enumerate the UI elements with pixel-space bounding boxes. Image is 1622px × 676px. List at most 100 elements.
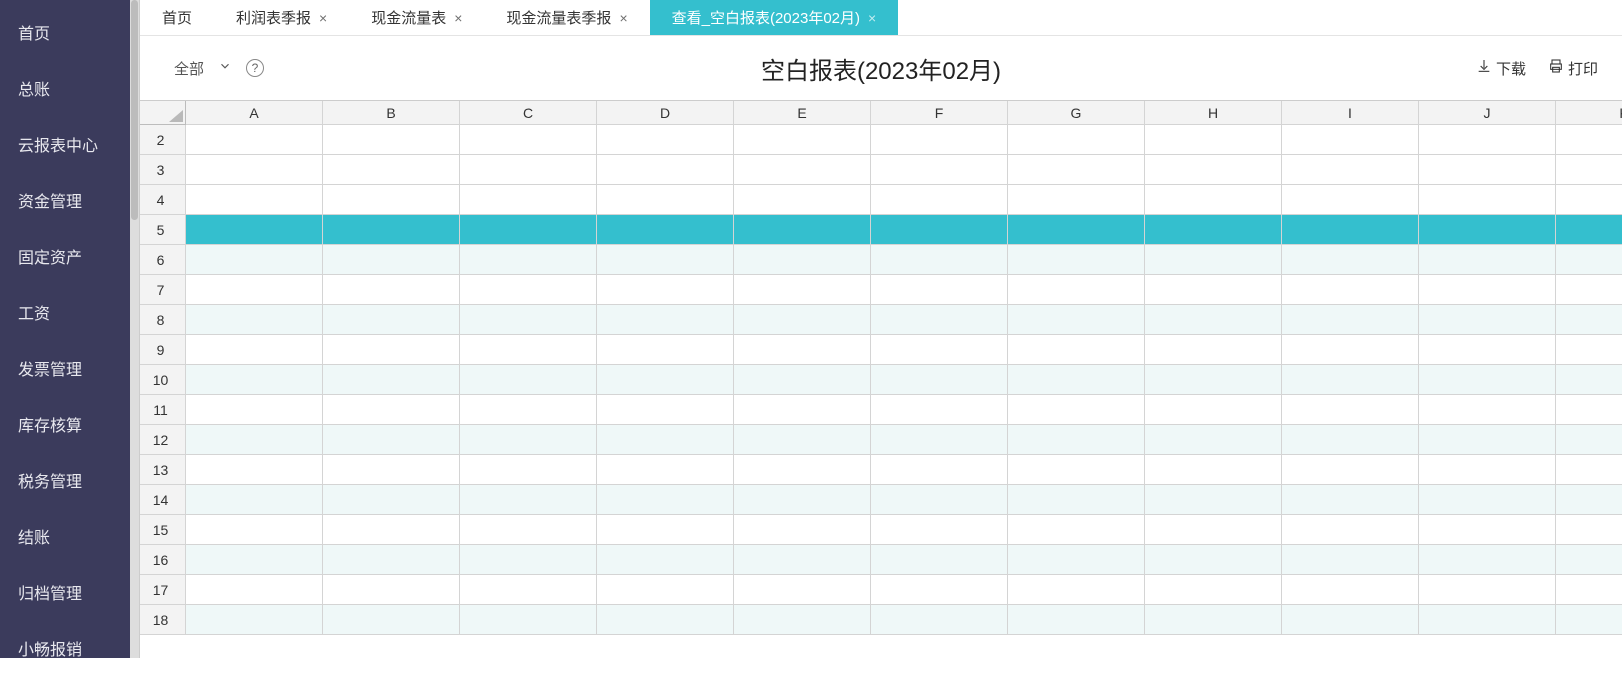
column-header-I[interactable]: I: [1282, 101, 1419, 125]
row-header-10[interactable]: 10: [140, 365, 186, 395]
cell-D10[interactable]: [597, 365, 734, 395]
cell-E17[interactable]: [734, 575, 871, 605]
cell-I2[interactable]: [1282, 125, 1419, 155]
cell-C10[interactable]: [460, 365, 597, 395]
cell-G13[interactable]: [1008, 455, 1145, 485]
cell-E15[interactable]: [734, 515, 871, 545]
cell-B11[interactable]: [323, 395, 460, 425]
sidebar-item-7[interactable]: 库存核算: [0, 396, 130, 452]
tab-3[interactable]: 现金流量表季报×: [484, 0, 649, 35]
cell-F18[interactable]: [871, 605, 1008, 635]
cell-G3[interactable]: [1008, 155, 1145, 185]
cell-I14[interactable]: [1282, 485, 1419, 515]
cell-I12[interactable]: [1282, 425, 1419, 455]
cell-J17[interactable]: [1419, 575, 1556, 605]
cell-I18[interactable]: [1282, 605, 1419, 635]
cell-H17[interactable]: [1145, 575, 1282, 605]
cell-H18[interactable]: [1145, 605, 1282, 635]
cell-C4[interactable]: [460, 185, 597, 215]
cell-F5[interactable]: [871, 215, 1008, 245]
cell-K8[interactable]: [1556, 305, 1622, 335]
tab-2[interactable]: 现金流量表×: [349, 0, 484, 35]
cell-K14[interactable]: [1556, 485, 1622, 515]
close-icon[interactable]: ×: [319, 10, 327, 26]
row-header-18[interactable]: 18: [140, 605, 186, 635]
row-header-17[interactable]: 17: [140, 575, 186, 605]
spreadsheet[interactable]: ABCDEFGHIJK23456789101112131415161718: [140, 100, 1622, 658]
cell-G10[interactable]: [1008, 365, 1145, 395]
cell-B5[interactable]: [323, 215, 460, 245]
cell-G12[interactable]: [1008, 425, 1145, 455]
cell-F6[interactable]: [871, 245, 1008, 275]
row-header-2[interactable]: 2: [140, 125, 186, 155]
cell-H12[interactable]: [1145, 425, 1282, 455]
cell-G4[interactable]: [1008, 185, 1145, 215]
cell-C6[interactable]: [460, 245, 597, 275]
cell-A9[interactable]: [186, 335, 323, 365]
cell-G5[interactable]: [1008, 215, 1145, 245]
row-header-5[interactable]: 5: [140, 215, 186, 245]
sidebar-item-1[interactable]: 总账: [0, 60, 130, 116]
cell-K17[interactable]: [1556, 575, 1622, 605]
sidebar-item-3[interactable]: 资金管理: [0, 172, 130, 228]
cell-G14[interactable]: [1008, 485, 1145, 515]
cell-D2[interactable]: [597, 125, 734, 155]
cell-A12[interactable]: [186, 425, 323, 455]
cell-E18[interactable]: [734, 605, 871, 635]
cell-G7[interactable]: [1008, 275, 1145, 305]
cell-B18[interactable]: [323, 605, 460, 635]
cell-B12[interactable]: [323, 425, 460, 455]
cell-E5[interactable]: [734, 215, 871, 245]
row-header-16[interactable]: 16: [140, 545, 186, 575]
cell-H14[interactable]: [1145, 485, 1282, 515]
sidebar-item-8[interactable]: 税务管理: [0, 452, 130, 508]
cell-H3[interactable]: [1145, 155, 1282, 185]
cell-K15[interactable]: [1556, 515, 1622, 545]
cell-A10[interactable]: [186, 365, 323, 395]
cell-E8[interactable]: [734, 305, 871, 335]
cell-B7[interactable]: [323, 275, 460, 305]
cell-G11[interactable]: [1008, 395, 1145, 425]
cell-A7[interactable]: [186, 275, 323, 305]
cell-C2[interactable]: [460, 125, 597, 155]
cell-D12[interactable]: [597, 425, 734, 455]
close-icon[interactable]: ×: [619, 10, 627, 26]
cell-B4[interactable]: [323, 185, 460, 215]
cell-G16[interactable]: [1008, 545, 1145, 575]
tab-0[interactable]: 首页: [140, 0, 214, 35]
cell-F12[interactable]: [871, 425, 1008, 455]
cell-I5[interactable]: [1282, 215, 1419, 245]
cell-E12[interactable]: [734, 425, 871, 455]
cell-F14[interactable]: [871, 485, 1008, 515]
cell-B14[interactable]: [323, 485, 460, 515]
row-header-3[interactable]: 3: [140, 155, 186, 185]
row-header-8[interactable]: 8: [140, 305, 186, 335]
cell-C17[interactable]: [460, 575, 597, 605]
row-header-13[interactable]: 13: [140, 455, 186, 485]
cell-C14[interactable]: [460, 485, 597, 515]
cell-K3[interactable]: [1556, 155, 1622, 185]
cell-C7[interactable]: [460, 275, 597, 305]
sidebar-item-4[interactable]: 固定资产: [0, 228, 130, 284]
column-header-K[interactable]: K: [1556, 101, 1622, 125]
cell-H16[interactable]: [1145, 545, 1282, 575]
cell-C11[interactable]: [460, 395, 597, 425]
cell-K5[interactable]: [1556, 215, 1622, 245]
column-header-C[interactable]: C: [460, 101, 597, 125]
cell-E6[interactable]: [734, 245, 871, 275]
cell-A13[interactable]: [186, 455, 323, 485]
cell-C3[interactable]: [460, 155, 597, 185]
cell-A5[interactable]: [186, 215, 323, 245]
cell-A4[interactable]: [186, 185, 323, 215]
cell-K2[interactable]: [1556, 125, 1622, 155]
tab-1[interactable]: 利润表季报×: [214, 0, 349, 35]
cell-D17[interactable]: [597, 575, 734, 605]
cell-I13[interactable]: [1282, 455, 1419, 485]
cell-A3[interactable]: [186, 155, 323, 185]
cell-C15[interactable]: [460, 515, 597, 545]
cell-K16[interactable]: [1556, 545, 1622, 575]
cell-I16[interactable]: [1282, 545, 1419, 575]
close-icon[interactable]: ×: [868, 10, 876, 26]
column-header-G[interactable]: G: [1008, 101, 1145, 125]
help-icon[interactable]: ?: [246, 59, 264, 77]
